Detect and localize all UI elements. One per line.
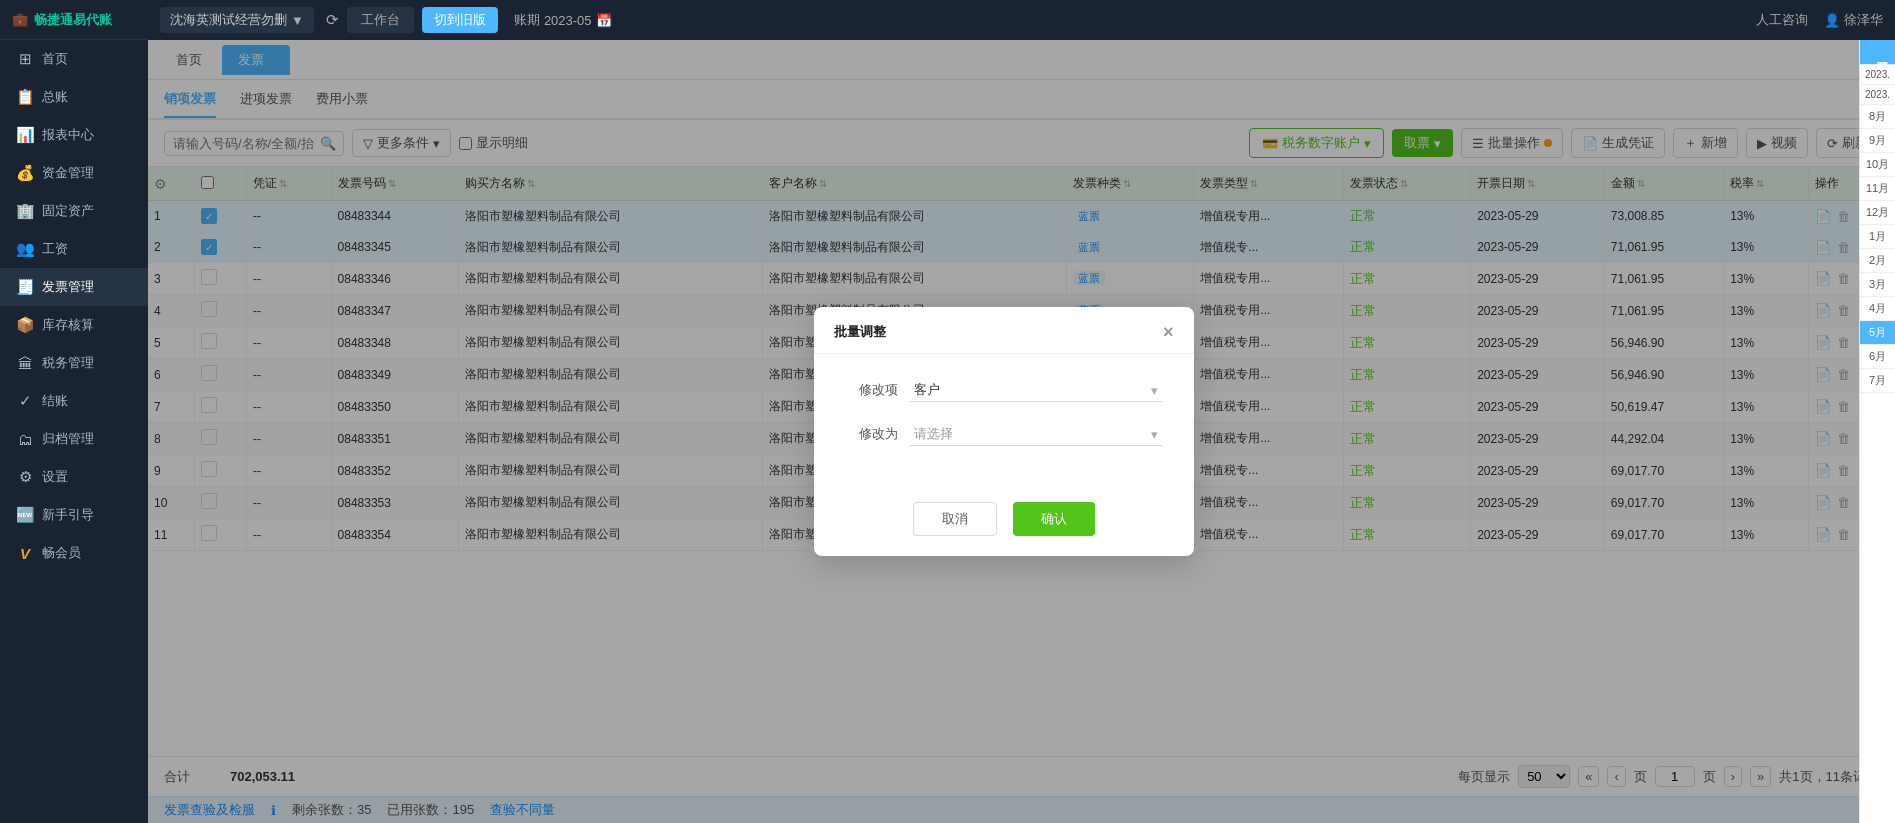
sidebar-item-label: 归档管理 — [42, 430, 94, 448]
sidebar-item-label: 总账 — [42, 88, 68, 106]
sidebar-item-member[interactable]: V 畅会员 — [0, 534, 148, 572]
cancel-button[interactable]: 取消 — [913, 502, 997, 536]
topbar-refresh-icon[interactable]: ⟳ — [326, 11, 339, 29]
confirm-button[interactable]: 确认 — [1013, 502, 1095, 536]
sidebar-item-archive[interactable]: 🗂 归档管理 — [0, 420, 148, 458]
ledger-icon: 📋 — [16, 88, 34, 106]
modal-overlay: 批量调整 × 修改项 客户 购买方 ▾ 修改为 请选择 — [148, 40, 1859, 823]
sidebar-item-label: 固定资产 — [42, 202, 94, 220]
month-11[interactable]: 11月 — [1860, 177, 1895, 201]
month-9[interactable]: 9月 — [1860, 129, 1895, 153]
assets-icon: 🏢 — [16, 202, 34, 220]
period-info: 账期 2023-05 📅 — [514, 11, 612, 29]
company-name: 沈海英测试经营勿删 — [170, 11, 287, 29]
sidebar-item-label: 税务管理 — [42, 354, 94, 372]
sidebar-item-label: 工资 — [42, 240, 68, 258]
sidebar-item-salary[interactable]: 👥 工资 — [0, 230, 148, 268]
sidebar-item-label: 设置 — [42, 468, 68, 486]
sidebar-item-inventory[interactable]: 📦 库存核算 — [0, 306, 148, 344]
sidebar-item-ledger[interactable]: 📋 总账 — [0, 78, 148, 116]
sidebar-item-label: 库存核算 — [42, 316, 94, 334]
app-name: 畅捷通易代账 — [34, 11, 112, 29]
user-name: 徐泽华 — [1844, 11, 1883, 29]
sidebar-item-guide[interactable]: 🆕 新手引导 — [0, 496, 148, 534]
user-info[interactable]: 👤 徐泽华 — [1824, 11, 1883, 29]
modal-close-button[interactable]: × — [1163, 323, 1174, 341]
modal-title: 批量调整 — [834, 323, 886, 341]
month-4[interactable]: 4月 — [1860, 297, 1895, 321]
support-button[interactable]: 人工咨询 — [1756, 11, 1808, 29]
sidebar: 💼 畅捷通易代账 ⊞ 首页 📋 总账 📊 报表中心 💰 资金管理 🏢 固定资产 … — [0, 0, 148, 823]
modal-body: 修改项 客户 购买方 ▾ 修改为 请选择 ▾ — [814, 354, 1194, 490]
sidebar-item-label: 结账 — [42, 392, 68, 410]
guide-icon: 🆕 — [16, 506, 34, 524]
right-panel: 开票助手 2023. 2023. 8月 9月 10月 11月 12月 1月 2月… — [1859, 40, 1895, 823]
batch-adjust-modal: 批量调整 × 修改项 客户 购买方 ▾ 修改为 请选择 — [814, 307, 1194, 556]
sidebar-item-label: 发票管理 — [42, 278, 94, 296]
month-8[interactable]: 8月 — [1860, 105, 1895, 129]
user-avatar-icon: 👤 — [1824, 13, 1840, 28]
value-select[interactable]: 请选择 — [910, 422, 1162, 445]
year-2023-label2: 2023. — [1860, 85, 1895, 105]
month-2[interactable]: 2月 — [1860, 249, 1895, 273]
period-value: 2023-05 — [544, 13, 592, 28]
sidebar-item-close[interactable]: ✓ 结账 — [0, 382, 148, 420]
sidebar-item-label: 首页 — [42, 50, 68, 68]
sidebar-item-label: 新手引导 — [42, 506, 94, 524]
sidebar-item-funds[interactable]: 💰 资金管理 — [0, 154, 148, 192]
form-row-field: 修改项 客户 购买方 ▾ — [846, 378, 1162, 402]
form-row-value: 修改为 请选择 ▾ — [846, 422, 1162, 446]
period-label: 账期 — [514, 11, 540, 29]
modal-footer: 取消 确认 — [814, 490, 1194, 556]
logo-icon: 💼 — [12, 12, 28, 27]
company-dropdown-icon: ▼ — [291, 13, 304, 28]
sidebar-item-reports[interactable]: 📊 报表中心 — [0, 116, 148, 154]
sidebar-item-tax[interactable]: 🏛 税务管理 — [0, 344, 148, 382]
app-logo: 💼 畅捷通易代账 — [0, 0, 148, 40]
topbar-icons: ⟳ — [326, 11, 339, 29]
open-invoice-panel-btn[interactable]: 开票助手 — [1860, 40, 1895, 65]
company-selector[interactable]: 沈海英测试经营勿删 ▼ — [160, 7, 314, 33]
field-select[interactable]: 客户 购买方 — [910, 378, 1162, 401]
month-3[interactable]: 3月 — [1860, 273, 1895, 297]
tax-icon: 🏛 — [16, 355, 34, 372]
topbar: 沈海英测试经营勿删 ▼ ⟳ 工作台 切到旧版 账期 2023-05 📅 人工咨询… — [148, 0, 1895, 40]
sidebar-item-label: 畅会员 — [42, 544, 81, 562]
settings-icon: ⚙ — [16, 468, 34, 486]
sidebar-item-label: 报表中心 — [42, 126, 94, 144]
month-1[interactable]: 1月 — [1860, 225, 1895, 249]
calendar-icon: 📅 — [596, 13, 612, 28]
sidebar-item-invoice[interactable]: 🧾 发票管理 — [0, 268, 148, 306]
sidebar-item-settings[interactable]: ⚙ 设置 — [0, 458, 148, 496]
field-select-wrap: 客户 购买方 ▾ — [910, 378, 1162, 402]
funds-icon: 💰 — [16, 164, 34, 182]
value-select-wrap: 请选择 ▾ — [910, 422, 1162, 446]
workspace-button[interactable]: 工作台 — [347, 7, 414, 33]
modal-header: 批量调整 × — [814, 307, 1194, 354]
year-2023-label: 2023. — [1860, 65, 1895, 85]
month-7[interactable]: 7月 — [1860, 369, 1895, 393]
sidebar-item-assets[interactable]: 🏢 固定资产 — [0, 192, 148, 230]
switch-version-button[interactable]: 切到旧版 — [422, 7, 498, 33]
month-5[interactable]: 5月 — [1860, 321, 1895, 345]
home-icon: ⊞ — [16, 50, 34, 68]
sidebar-item-label: 资金管理 — [42, 164, 94, 182]
sidebar-item-home[interactable]: ⊞ 首页 — [0, 40, 148, 78]
month-6[interactable]: 6月 — [1860, 345, 1895, 369]
archive-icon: 🗂 — [16, 431, 34, 448]
inventory-icon: 📦 — [16, 316, 34, 334]
invoice-icon: 🧾 — [16, 278, 34, 296]
close-period-icon: ✓ — [16, 392, 34, 410]
salary-icon: 👥 — [16, 240, 34, 258]
month-10[interactable]: 10月 — [1860, 153, 1895, 177]
member-icon: V — [16, 545, 34, 562]
topbar-right: 人工咨询 👤 徐泽华 — [1756, 11, 1883, 29]
reports-icon: 📊 — [16, 126, 34, 144]
month-12[interactable]: 12月 — [1860, 201, 1895, 225]
field-label: 修改项 — [846, 381, 898, 399]
value-label: 修改为 — [846, 425, 898, 443]
